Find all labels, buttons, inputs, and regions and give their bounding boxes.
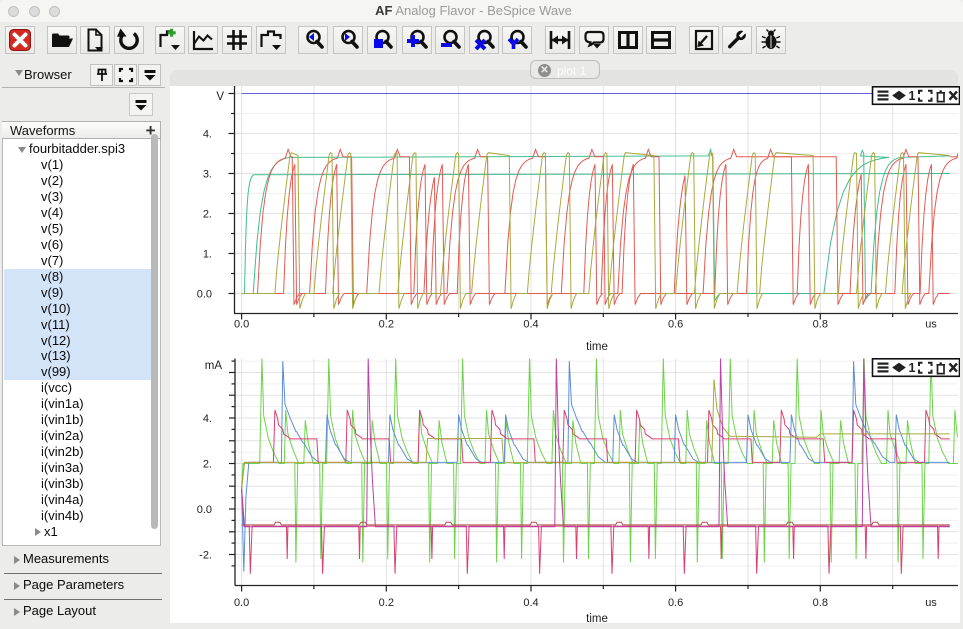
svg-text:1: 1: [909, 89, 916, 103]
svg-text:0.6: 0.6: [668, 597, 683, 609]
svg-text:-2.: -2.: [199, 550, 212, 562]
svg-text:0.0: 0.0: [197, 289, 212, 301]
svg-text:us: us: [925, 597, 937, 609]
svg-text:0.0: 0.0: [197, 504, 212, 516]
svg-text:0.0: 0.0: [234, 319, 249, 331]
svg-text:3.: 3.: [203, 169, 212, 181]
svg-text:1: 1: [909, 361, 916, 375]
svg-text:time: time: [586, 341, 608, 353]
svg-text:0.2: 0.2: [379, 319, 394, 331]
svg-text:0.4: 0.4: [523, 319, 538, 331]
svg-text:4.: 4.: [203, 413, 212, 425]
svg-text:us: us: [925, 319, 937, 331]
svg-text:4.: 4.: [203, 129, 212, 141]
svg-text:1.: 1.: [203, 249, 212, 261]
svg-text:2.: 2.: [203, 209, 212, 221]
svg-text:0.2: 0.2: [379, 597, 394, 609]
svg-text:0.4: 0.4: [523, 597, 538, 609]
svg-text:time: time: [586, 613, 608, 623]
svg-text:mA: mA: [205, 360, 223, 372]
svg-text:0.8: 0.8: [813, 597, 828, 609]
svg-text:2.: 2.: [203, 459, 212, 471]
svg-text:0.8: 0.8: [813, 319, 828, 331]
svg-text:V: V: [216, 91, 224, 103]
svg-text:0.6: 0.6: [668, 319, 683, 331]
svg-text:0.0: 0.0: [234, 597, 249, 609]
